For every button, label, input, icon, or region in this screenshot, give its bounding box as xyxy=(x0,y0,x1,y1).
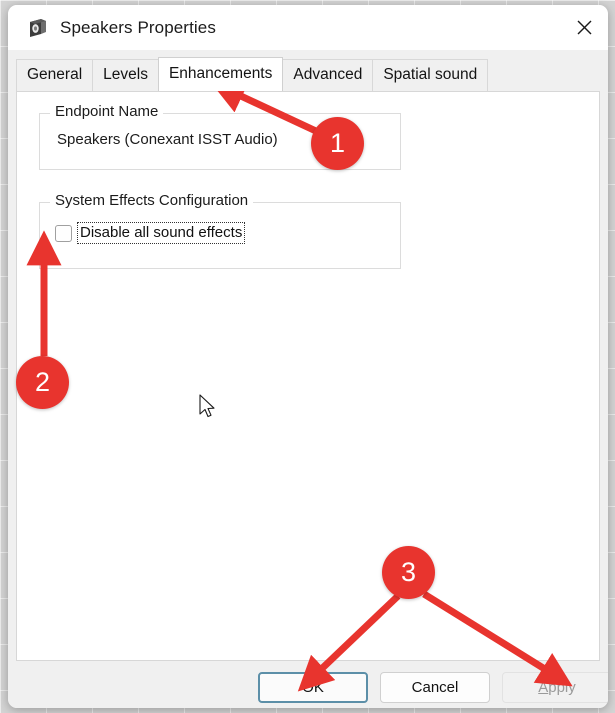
system-effects-group-title: System Effects Configuration xyxy=(50,192,254,209)
disable-all-sound-effects-label[interactable]: Disable all sound effects xyxy=(77,222,246,244)
apply-accel-letter: A xyxy=(538,679,549,696)
endpoint-name-group: Endpoint Name Speakers (Conexant ISST Au… xyxy=(39,103,401,170)
tab-general[interactable]: General xyxy=(16,59,94,91)
tab-levels[interactable]: Levels xyxy=(92,59,159,91)
title-bar: Speakers Properties xyxy=(8,5,608,50)
dialog-footer: OK Cancel Apply xyxy=(8,661,608,708)
tab-spatial-sound[interactable]: Spatial sound xyxy=(372,59,489,91)
speaker-icon xyxy=(27,17,49,39)
cancel-button[interactable]: Cancel xyxy=(380,672,490,703)
tab-advanced[interactable]: Advanced xyxy=(282,59,374,91)
apply-rest-letters: pply xyxy=(548,679,576,696)
system-effects-configuration-group: System Effects Configuration Disable all… xyxy=(39,192,401,269)
tab-enhancements[interactable]: Enhancements xyxy=(157,57,284,91)
disable-all-sound-effects-checkbox[interactable] xyxy=(55,224,72,242)
tab-panel-enhancements: Endpoint Name Speakers (Conexant ISST Au… xyxy=(16,91,600,661)
endpoint-name-group-title: Endpoint Name xyxy=(50,103,164,120)
disable-all-sound-effects-row[interactable]: Disable all sound effects xyxy=(55,222,246,244)
screen: Speakers Properties General Levels Enhan… xyxy=(0,0,615,713)
tab-strip: General Levels Enhancements Advanced Spa… xyxy=(8,50,608,91)
ok-button[interactable]: OK xyxy=(258,672,368,703)
endpoint-name-value: Speakers (Conexant ISST Audio) xyxy=(57,131,278,148)
speakers-properties-window: Speakers Properties General Levels Enhan… xyxy=(8,5,608,708)
close-icon[interactable] xyxy=(561,5,608,50)
apply-button[interactable]: Apply xyxy=(502,672,608,703)
window-title: Speakers Properties xyxy=(60,17,216,37)
